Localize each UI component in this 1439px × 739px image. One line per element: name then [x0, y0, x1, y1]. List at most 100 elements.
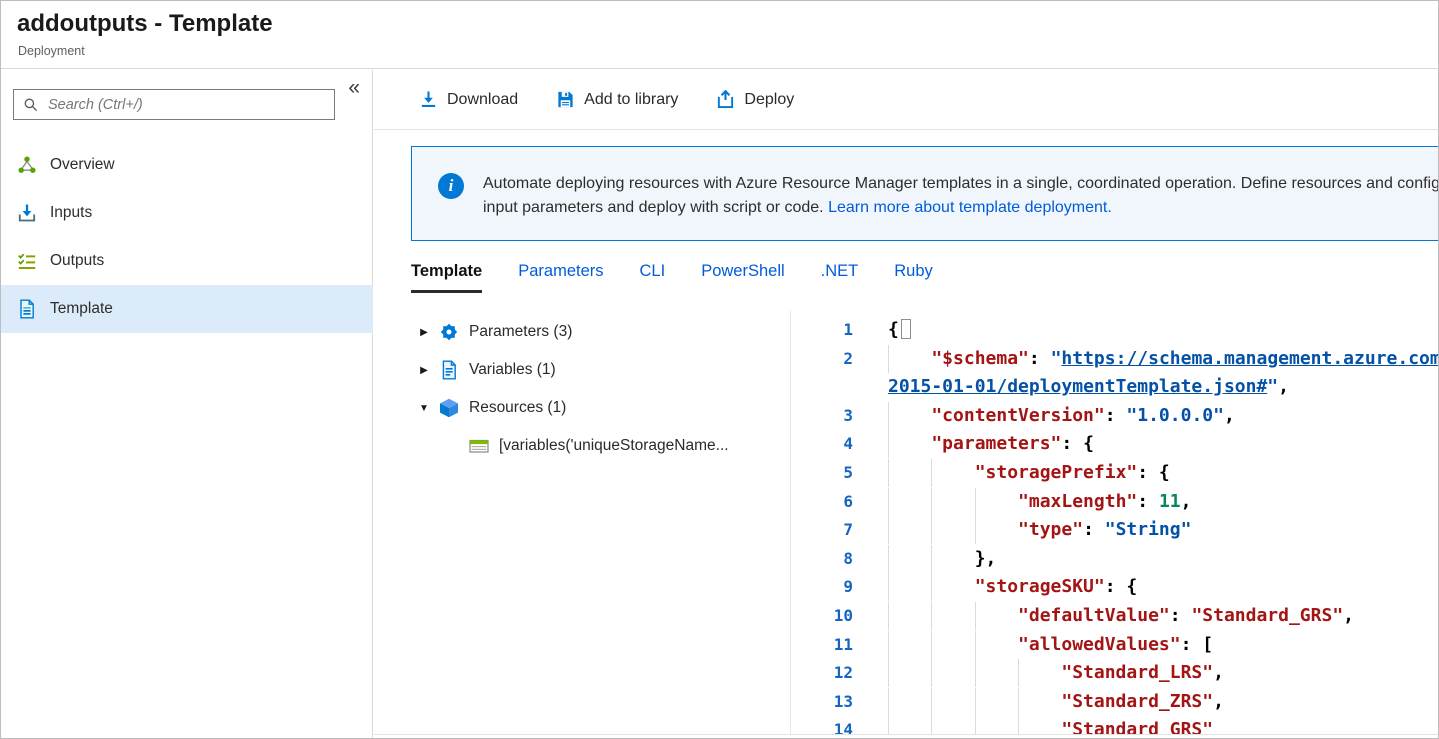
indent-guide	[931, 631, 974, 659]
indent-guide	[931, 659, 974, 687]
indent-guide	[888, 430, 931, 458]
tab-bar: Template Parameters CLI PowerShell .NET Ruby	[411, 253, 933, 293]
command-label: Add to library	[584, 91, 678, 109]
search-icon	[23, 97, 39, 113]
code-line: 3"contentVersion": "1.0.0.0",	[791, 402, 1439, 431]
download-icon	[419, 90, 438, 109]
indent-guide	[931, 488, 974, 516]
info-banner: i Automate deploying resources with Azur…	[411, 146, 1439, 241]
tree-child-item[interactable]: [variables('uniqueStorageName...	[411, 427, 786, 465]
indent-guide	[888, 545, 931, 573]
command-bar: Download Add to library Deploy	[374, 70, 1439, 130]
code-text: 2015-01-01/deploymentTemplate.json#",	[853, 373, 1289, 402]
main-content: Download Add to library Deploy i Automate …	[374, 70, 1439, 739]
banner-text: Automate deploying resources with Azure …	[464, 147, 1439, 240]
code-lines: 1{2"$schema": "https://schema.management…	[791, 316, 1439, 735]
tree-item-resources-1[interactable]: ▼ Resources (1)	[411, 389, 786, 427]
tree-expander-icon[interactable]: ▶	[417, 327, 431, 338]
indent-guide	[1018, 659, 1061, 687]
deploy-icon	[716, 90, 735, 109]
line-number: 1	[791, 316, 853, 345]
code-line: 13"Standard_ZRS",	[791, 688, 1439, 717]
download-button[interactable]: Download	[419, 90, 518, 109]
tree-item-variables-1[interactable]: ▶ Variables (1)	[411, 351, 786, 389]
indent-guide	[888, 716, 931, 735]
sidebar-collapse-button[interactable]: «	[348, 77, 360, 98]
line-number: 8	[791, 545, 853, 574]
learn-more-link[interactable]: Learn more about template deployment.	[828, 199, 1112, 216]
indent-guide	[931, 545, 974, 573]
code-line: 9"storageSKU": {	[791, 573, 1439, 602]
tab-template[interactable]: Template	[411, 262, 482, 293]
tab-ruby[interactable]: Ruby	[894, 262, 933, 293]
deploy-button[interactable]: Deploy	[716, 90, 794, 109]
line-number	[791, 373, 853, 402]
tab-powershell[interactable]: PowerShell	[701, 262, 784, 293]
line-number: 10	[791, 602, 853, 631]
banner-line1: Automate deploying resources with Azure …	[483, 172, 1439, 196]
search-placeholder: Search (Ctrl+/)	[48, 97, 143, 113]
code-line: 1{	[791, 316, 1439, 345]
storage-icon	[469, 436, 489, 456]
sidebar-item-template[interactable]: Template	[1, 285, 373, 333]
sidebar-item-outputs[interactable]: Outputs	[1, 237, 373, 285]
code-text: "maxLength": 11,	[853, 488, 1191, 517]
tab-parameters[interactable]: Parameters	[518, 262, 603, 293]
indent-guide	[888, 516, 931, 544]
code-line: 2"$schema": "https://schema.management.a…	[791, 345, 1439, 374]
indent-guide	[975, 516, 1018, 544]
outputs-icon	[17, 251, 37, 271]
tree-expander-icon[interactable]: ▶	[417, 365, 431, 376]
tree-expander-icon[interactable]: ▼	[417, 403, 431, 414]
line-number: 4	[791, 430, 853, 459]
tree-item-label: Resources (1)	[469, 399, 566, 417]
indent-guide	[888, 345, 931, 373]
code-text: "Standard_ZRS",	[853, 688, 1224, 717]
template-icon	[17, 299, 37, 319]
page-header: addoutputs - Template Deployment	[1, 1, 1439, 69]
indent-guide	[888, 573, 931, 601]
code-editor[interactable]: 1{2"$schema": "https://schema.management…	[790, 311, 1439, 735]
code-line: 6"maxLength": 11,	[791, 488, 1439, 517]
page-title: addoutputs - Template	[17, 10, 273, 38]
line-number: 12	[791, 659, 853, 688]
indent-guide	[931, 602, 974, 630]
line-number: 2	[791, 345, 853, 374]
code-text: "contentVersion": "1.0.0.0",	[853, 402, 1235, 431]
indent-guide	[931, 573, 974, 601]
tab-net[interactable]: .NET	[821, 262, 859, 293]
code-text: },	[853, 545, 996, 574]
indent-guide	[888, 688, 931, 716]
sidebar-item-inputs[interactable]: Inputs	[1, 189, 373, 237]
code-text: "Standard_LRS",	[853, 659, 1224, 688]
text-cursor	[901, 319, 911, 339]
code-text: "allowedValues": [	[853, 631, 1213, 660]
indent-guide	[975, 688, 1018, 716]
tree-item-label: Parameters (3)	[469, 323, 572, 341]
indent-guide	[975, 602, 1018, 630]
sidebar-item-label: Overview	[50, 156, 115, 174]
code-line: 10"defaultValue": "Standard_GRS",	[791, 602, 1439, 631]
indent-guide	[975, 659, 1018, 687]
code-line: 7"type": "String"	[791, 516, 1439, 545]
sidebar-item-label: Inputs	[50, 204, 92, 222]
line-number: 7	[791, 516, 853, 545]
tree-item-parameters-3[interactable]: ▶ Parameters (3)	[411, 313, 786, 351]
command-label: Deploy	[744, 91, 794, 109]
search-input[interactable]: Search (Ctrl+/)	[13, 89, 335, 120]
sidebar-nav: Overview Inputs OutputsTemplate	[1, 141, 373, 333]
add-to-library-button[interactable]: Add to library	[556, 90, 678, 109]
sidebar-item-overview[interactable]: Overview	[1, 141, 373, 189]
indent-guide	[1018, 688, 1061, 716]
tree-child-label: [variables('uniqueStorageName...	[499, 437, 729, 455]
tree-item-label: Variables (1)	[469, 361, 556, 379]
indent-guide	[931, 688, 974, 716]
line-number: 14	[791, 716, 853, 735]
code-text: {	[853, 316, 911, 345]
code-line: 2015-01-01/deploymentTemplate.json#",	[791, 373, 1439, 402]
code-line: 8},	[791, 545, 1439, 574]
tab-cli[interactable]: CLI	[640, 262, 666, 293]
banner-line2: input parameters and deploy with script …	[483, 196, 1439, 220]
template-tree: ▶ Parameters (3) ▶ Variables (1) ▼ Resources …	[411, 313, 786, 465]
indent-guide	[888, 459, 931, 487]
